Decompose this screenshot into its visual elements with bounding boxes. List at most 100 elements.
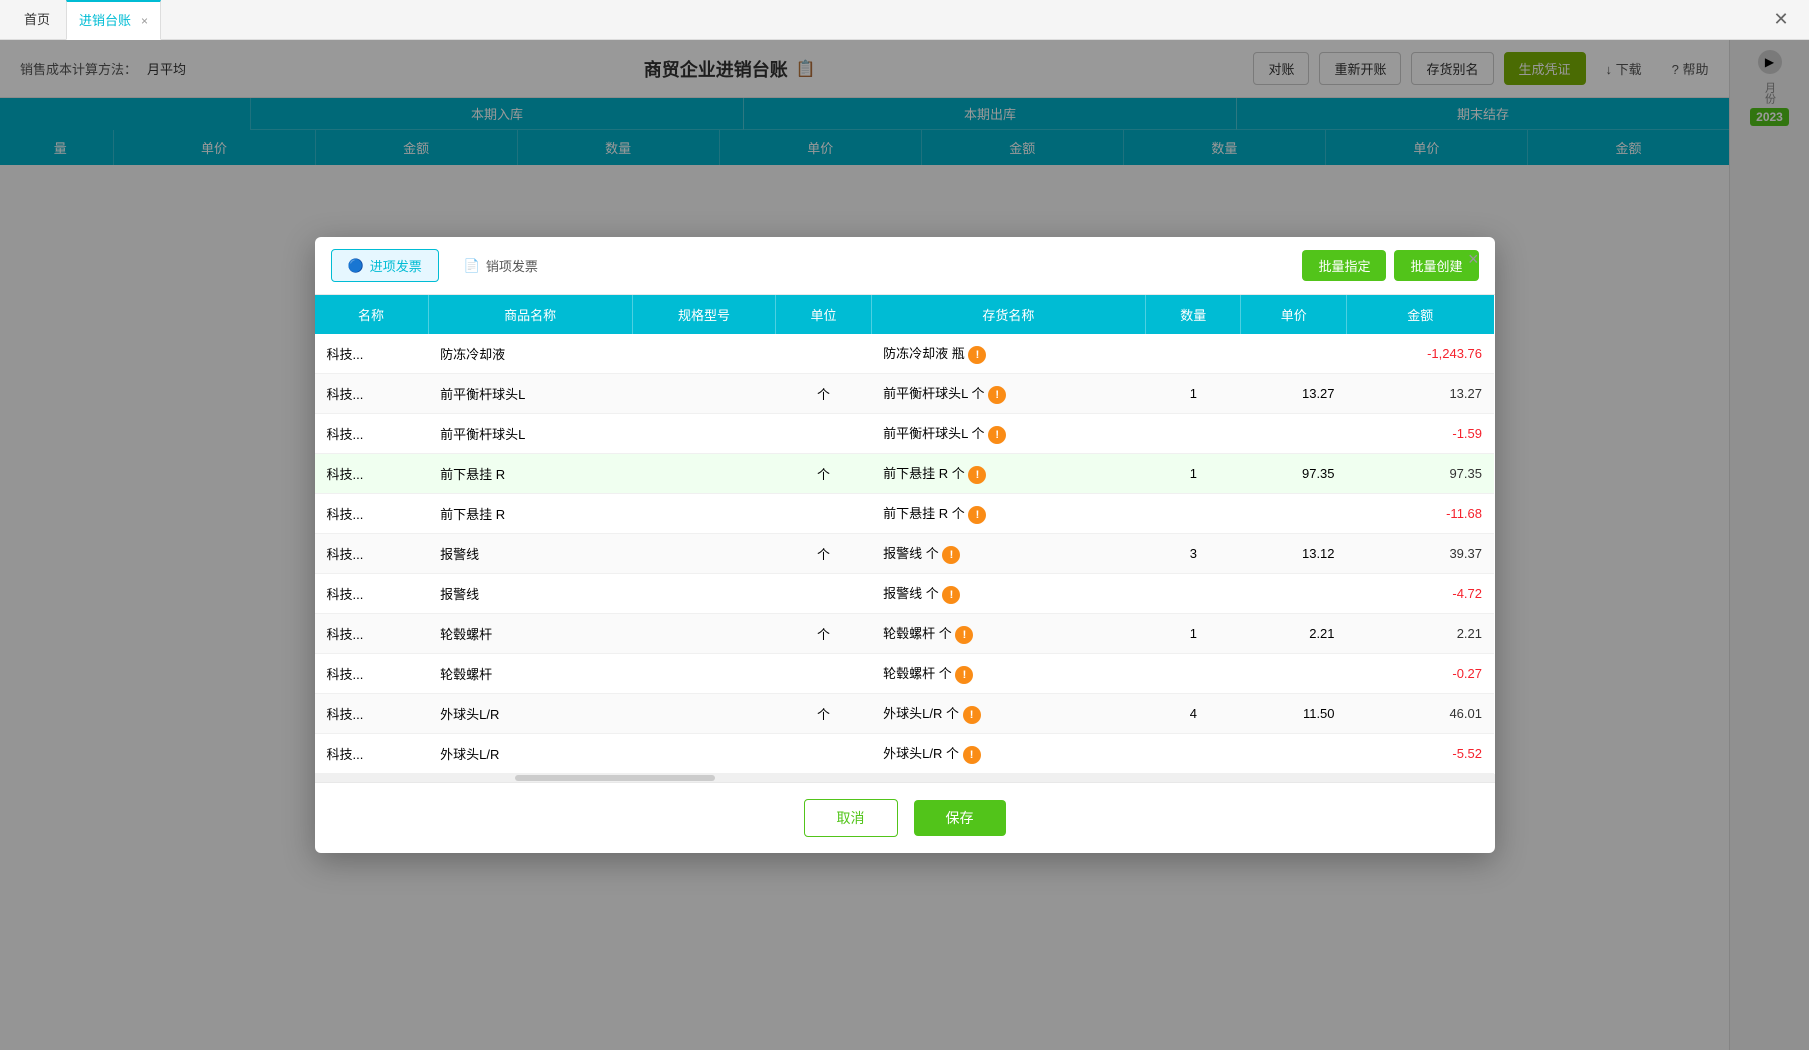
td-stock-name: 防冻冷却液 瓶 !: [871, 334, 1146, 374]
th-qty: 数量: [1146, 295, 1241, 334]
tab-home[interactable]: 首页: [8, 0, 66, 40]
td-name: 科技...: [315, 334, 429, 374]
warning-icon: !: [942, 586, 960, 604]
td-name: 科技...: [315, 614, 429, 654]
td-unit: 个: [776, 534, 871, 574]
td-stock-name: 报警线 个 !: [871, 574, 1146, 614]
td-price: 13.12: [1241, 534, 1347, 574]
td-amount: -1.59: [1347, 414, 1494, 454]
td-price: 2.21: [1241, 614, 1347, 654]
warning-icon: !: [988, 386, 1006, 404]
th-name: 名称: [315, 295, 429, 334]
td-amount: 13.27: [1347, 374, 1494, 414]
td-spec: [632, 614, 776, 654]
tab-outgoing-label: 销项发票: [486, 256, 538, 275]
td-spec: [632, 494, 776, 534]
modal-footer: 取消 保存: [315, 782, 1495, 853]
table-row: 科技... 轮毂螺杆 轮毂螺杆 个 ! -0.27: [315, 654, 1495, 694]
modal-close-button[interactable]: ×: [1468, 249, 1479, 270]
warning-icon: !: [963, 746, 981, 764]
batch-assign-button[interactable]: 批量指定: [1302, 250, 1386, 281]
top-bar: 首页 进销台账 × ✕: [0, 0, 1809, 40]
td-product-name: 外球头L/R: [428, 694, 632, 734]
modal-table: 名称 商品名称 规格型号 单位 存货名称 数量 单价 金额 科技... 防冻冷却…: [315, 295, 1495, 774]
td-name: 科技...: [315, 694, 429, 734]
td-product-name: 前下悬挂 R: [428, 494, 632, 534]
table-row: 科技... 防冻冷却液 防冻冷却液 瓶 ! -1,243.76: [315, 334, 1495, 374]
warning-icon: !: [963, 706, 981, 724]
tab-active[interactable]: 进销台账 ×: [66, 0, 161, 40]
table-header-row: 名称 商品名称 规格型号 单位 存货名称 数量 单价 金额: [315, 295, 1495, 334]
tab-incoming-invoice[interactable]: 🔵 进项发票: [331, 249, 439, 282]
tab-incoming-label: 进项发票: [370, 256, 422, 275]
table-row: 科技... 外球头L/R 外球头L/R 个 ! -5.52: [315, 734, 1495, 774]
warning-icon: !: [968, 506, 986, 524]
td-price: 97.35: [1241, 454, 1347, 494]
td-unit: [776, 654, 871, 694]
cancel-button[interactable]: 取消: [804, 799, 898, 837]
table-row: 科技... 外球头L/R 个 外球头L/R 个 ! 4 11.50 46.01: [315, 694, 1495, 734]
modal-table-wrap[interactable]: 名称 商品名称 规格型号 单位 存货名称 数量 单价 金额 科技... 防冻冷却…: [315, 295, 1495, 774]
td-stock-name: 前平衡杆球头L 个 !: [871, 374, 1146, 414]
td-stock-name: 前平衡杆球头L 个 !: [871, 414, 1146, 454]
th-amount: 金额: [1347, 295, 1494, 334]
table-row: 科技... 前平衡杆球头L 个 前平衡杆球头L 个 ! 1 13.27 13.2…: [315, 374, 1495, 414]
td-unit: [776, 574, 871, 614]
stock-name-text: 前下悬挂 R 个: [883, 466, 965, 481]
stock-name-text: 前下悬挂 R 个: [883, 506, 965, 521]
td-amount: 97.35: [1347, 454, 1494, 494]
td-name: 科技...: [315, 374, 429, 414]
td-product-name: 前平衡杆球头L: [428, 374, 632, 414]
modal-scrollbar-thumb: [515, 775, 715, 781]
stock-name-text: 报警线 个: [883, 546, 939, 561]
modal-header-actions: 批量指定 批量创建: [1302, 250, 1478, 281]
td-unit: 个: [776, 454, 871, 494]
td-spec: [632, 414, 776, 454]
td-stock-name: 外球头L/R 个 !: [871, 694, 1146, 734]
td-stock-name: 报警线 个 !: [871, 534, 1146, 574]
stock-name-text: 外球头L/R 个: [883, 746, 959, 761]
td-qty: [1146, 734, 1241, 774]
td-qty: [1146, 494, 1241, 534]
td-qty: 1: [1146, 454, 1241, 494]
td-unit: [776, 414, 871, 454]
th-stock-name: 存货名称: [871, 295, 1146, 334]
td-stock-name: 轮毂螺杆 个 !: [871, 614, 1146, 654]
td-stock-name: 外球头L/R 个 !: [871, 734, 1146, 774]
td-name: 科技...: [315, 574, 429, 614]
td-name: 科技...: [315, 534, 429, 574]
window-close-button[interactable]: ✕: [1761, 0, 1801, 40]
td-qty: 1: [1146, 374, 1241, 414]
modal-overlay: 🔵 进项发票 📄 销项发票 批量指定 批量创建 ×: [0, 40, 1809, 1050]
td-amount: -0.27: [1347, 654, 1494, 694]
td-price: [1241, 414, 1347, 454]
th-product-name: 商品名称: [428, 295, 632, 334]
td-spec: [632, 694, 776, 734]
td-product-name: 前平衡杆球头L: [428, 414, 632, 454]
td-unit: 个: [776, 614, 871, 654]
th-spec: 规格型号: [632, 295, 776, 334]
td-amount: -4.72: [1347, 574, 1494, 614]
stock-name-text: 外球头L/R 个: [883, 706, 959, 721]
td-price: 13.27: [1241, 374, 1347, 414]
td-spec: [632, 454, 776, 494]
td-name: 科技...: [315, 654, 429, 694]
stock-name-text: 轮毂螺杆 个: [883, 666, 952, 681]
td-spec: [632, 534, 776, 574]
table-row: 科技... 前平衡杆球头L 前平衡杆球头L 个 ! -1.59: [315, 414, 1495, 454]
batch-create-button[interactable]: 批量创建: [1394, 250, 1478, 281]
td-spec: [632, 574, 776, 614]
td-price: [1241, 494, 1347, 534]
td-amount: 39.37: [1347, 534, 1494, 574]
tab-outgoing-invoice[interactable]: 📄 销项发票: [447, 249, 555, 282]
table-row: 科技... 轮毂螺杆 个 轮毂螺杆 个 ! 1 2.21 2.21: [315, 614, 1495, 654]
td-amount: 2.21: [1347, 614, 1494, 654]
tab-close-icon[interactable]: ×: [141, 3, 148, 39]
td-qty: 4: [1146, 694, 1241, 734]
td-name: 科技...: [315, 414, 429, 454]
stock-name-text: 防冻冷却液 瓶: [883, 346, 965, 361]
save-button[interactable]: 保存: [914, 800, 1006, 836]
modal-scrollbar[interactable]: [315, 774, 1495, 782]
td-name: 科技...: [315, 494, 429, 534]
td-stock-name: 前下悬挂 R 个 !: [871, 494, 1146, 534]
